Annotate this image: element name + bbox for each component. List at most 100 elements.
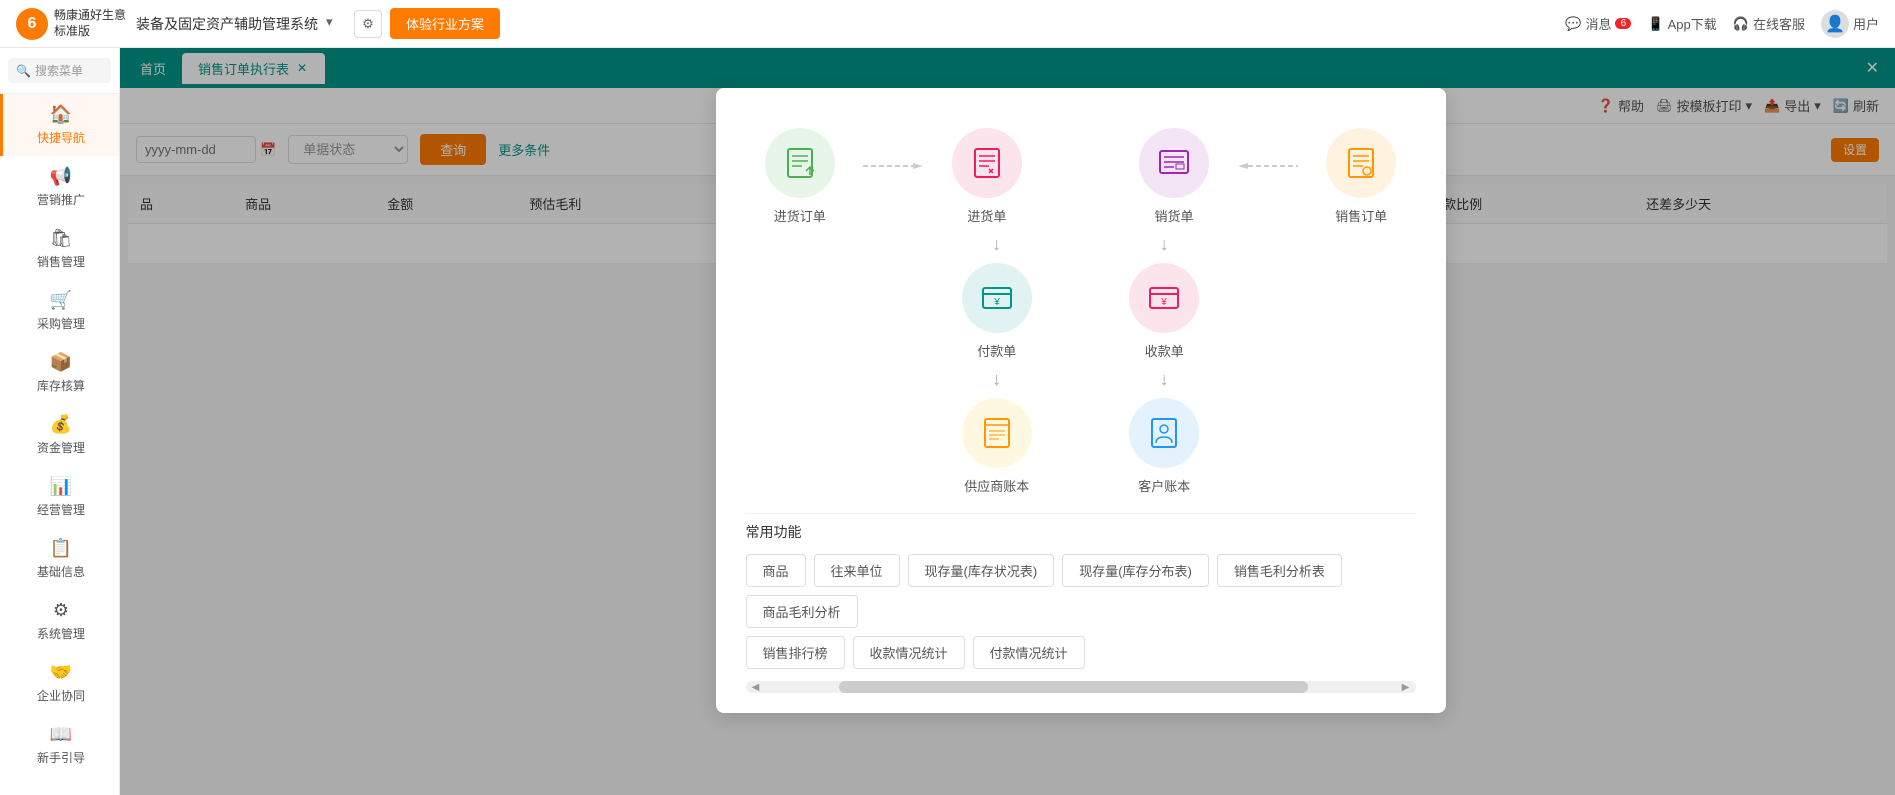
func-btn-receipt-stats[interactable]: 收款情况统计 (853, 636, 965, 669)
marketing-icon: 📢 (50, 166, 72, 187)
func-btn-inventory-status[interactable]: 现存量(库存状况表) (908, 554, 1055, 587)
customer-ledger-label: 客户账本 (1138, 476, 1190, 495)
sales-order-circle (1326, 128, 1396, 198)
finance-icon: 💰 (50, 414, 72, 435)
flow-node-sales-order[interactable]: 销售订单 (1316, 118, 1406, 235)
col3-receipt: ↓ ¥ 收款单 (1119, 235, 1209, 370)
system-title-area: 装备及固定资产辅助管理系统 ▾ ⚙ 体验行业方案 (136, 8, 1565, 39)
content-area: 首页 销售订单执行表 ✕ ✕ ❓ 帮助 🖨 按模板打印 ▾ (120, 48, 1895, 795)
customer-ledger-circle (1129, 398, 1199, 468)
sales-icon: 🛍 (50, 228, 73, 249)
service-label: 在线客服 (1753, 14, 1805, 33)
logo-icon: 6 (16, 8, 48, 40)
sales-order-node-label: 销售订单 (1335, 206, 1387, 225)
flow-node-customer-ledger[interactable]: 客户账本 (1119, 388, 1209, 505)
flow-node-purchase-bill[interactable]: 进货单 (942, 118, 1032, 235)
sidebar-item-basic[interactable]: 📋 基础信息 (0, 528, 119, 590)
flow-row-2: ↓ ¥ 付款单 (746, 235, 1416, 370)
arrow-h-1 (863, 160, 923, 194)
sidebar-item-purchase[interactable]: 🛒 采购管理 (0, 280, 119, 342)
avatar: 👤 (1821, 10, 1849, 38)
common-functions-title: 常用功能 (746, 522, 1416, 542)
sidebar-item-label: 资金管理 (37, 439, 85, 456)
logo-text: 畅康通好生意 标准版 (54, 8, 126, 39)
scroll-right-icon[interactable]: ▶ (1396, 681, 1416, 693)
sidebar-item-collab[interactable]: 🤝 企业协同 (0, 652, 119, 714)
search-menu-label: 搜索菜单 (35, 62, 83, 79)
app-download-action[interactable]: 📱 App下载 (1647, 14, 1716, 33)
quick-nav-icon: 🏠 (50, 104, 72, 125)
sidebar-item-system[interactable]: ⚙ 系统管理 (0, 590, 119, 652)
flow-node-supplier-ledger[interactable]: 供应商账本 (952, 388, 1042, 505)
sidebar-item-label: 新手引导 (37, 749, 85, 766)
sidebar-search-area[interactable]: 🔍 搜索菜单 (0, 48, 119, 94)
func-btn-product-gross[interactable]: 商品毛利分析 (746, 595, 858, 628)
sidebar-item-marketing[interactable]: 📢 营销推广 (0, 156, 119, 218)
sidebar-item-label: 基础信息 (37, 563, 85, 580)
supplier-ledger-label: 供应商账本 (964, 476, 1029, 495)
func-btn-product[interactable]: 商品 (746, 554, 806, 587)
flow-row-1: 进货订单 (746, 118, 1416, 235)
popup-scrollbar[interactable]: ◀ ▶ (746, 681, 1416, 693)
purchase-icon: 🛒 (50, 290, 72, 311)
arrow-h-2 (1238, 160, 1298, 194)
popup-dialog: 进货订单 (716, 88, 1446, 713)
app-label: App下载 (1668, 14, 1717, 33)
sidebar-item-operation[interactable]: 📊 经营管理 (0, 466, 119, 528)
col2-payment: ↓ ¥ 付款单 (952, 235, 1042, 370)
col2-supplier: ↓ 供应商账本 (952, 370, 1042, 505)
operation-icon: 📊 (50, 476, 72, 497)
online-service-action[interactable]: 🎧 在线客服 (1733, 14, 1805, 33)
message-icon: 💬 (1565, 16, 1581, 32)
sidebar-item-guide[interactable]: 📖 新手引导 (0, 714, 119, 776)
user-label: 用户 (1853, 14, 1879, 33)
search-menu-button[interactable]: 🔍 搜索菜单 (8, 58, 111, 83)
settings-button[interactable]: ⚙ (354, 10, 382, 38)
dropdown-icon[interactable]: ▾ (326, 14, 346, 34)
sidebar-item-label: 经营管理 (37, 501, 85, 518)
header-right: 💬 消息 6 📱 App下载 🎧 在线客服 👤 用户 (1565, 10, 1879, 38)
message-action[interactable]: 💬 消息 6 (1565, 14, 1631, 33)
payment-circle: ¥ (962, 263, 1032, 333)
sidebar-item-label: 采购管理 (37, 315, 85, 332)
flow-node-sales-bill[interactable]: 销货单 (1129, 118, 1219, 235)
service-icon: 🎧 (1733, 16, 1749, 32)
scroll-left-icon[interactable]: ◀ (746, 681, 766, 693)
purchase-bill-circle (952, 128, 1022, 198)
func-btn-sales-ranking[interactable]: 销售排行榜 (746, 636, 845, 669)
arrow-down-payment: ↓ (992, 235, 1001, 253)
top-header: 6 畅康通好生意 标准版 装备及固定资产辅助管理系统 ▾ ⚙ 体验行业方案 💬 … (0, 0, 1895, 48)
user-avatar-area[interactable]: 👤 用户 (1821, 10, 1879, 38)
scrollbar-thumb[interactable] (839, 681, 1308, 693)
sidebar: 🔍 搜索菜单 🏠 快捷导航 📢 营销推广 🛍 销售管理 🛒 采购管理 📦 库存核… (0, 48, 120, 795)
arrow-down-customer: ↓ (1160, 370, 1169, 388)
func-btn-payment-stats[interactable]: 付款情况统计 (973, 636, 1085, 669)
app-icon: 📱 (1647, 16, 1663, 32)
flow-node-purchase-order[interactable]: 进货订单 (755, 118, 845, 235)
experience-button[interactable]: 体验行业方案 (390, 8, 500, 39)
message-badge: 6 (1615, 18, 1631, 29)
func-buttons-row1: 商品 往来单位 现存量(库存状况表) 现存量(库存分布表) 销售毛利分析表 商品… (746, 554, 1416, 628)
sidebar-item-quick-nav[interactable]: 🏠 快捷导航 (0, 94, 119, 156)
sidebar-item-label: 库存核算 (37, 377, 85, 394)
sales-bill-circle (1139, 128, 1209, 198)
sidebar-item-label: 企业协同 (37, 687, 85, 704)
sidebar-item-inventory[interactable]: 📦 库存核算 (0, 342, 119, 404)
arrow-down-receipt: ↓ (1160, 235, 1169, 253)
sidebar-item-sales[interactable]: 🛍 销售管理 (0, 218, 119, 280)
purchase-order-circle (765, 128, 835, 198)
collab-icon: 🤝 (50, 662, 72, 683)
inventory-icon: 📦 (50, 352, 72, 373)
flow-node-payment[interactable]: ¥ 付款单 (952, 253, 1042, 370)
flow-node-receipt[interactable]: ¥ 收款单 (1119, 253, 1209, 370)
func-btn-counterpart[interactable]: 往来单位 (814, 554, 900, 587)
system-icon: ⚙ (53, 600, 69, 621)
arrow-down-supplier: ↓ (992, 370, 1001, 388)
sales-bill-label: 销货单 (1155, 206, 1194, 225)
flow-diagram: 进货订单 (746, 118, 1416, 505)
func-btn-sales-gross[interactable]: 销售毛利分析表 (1217, 554, 1342, 587)
purchase-order-icon (782, 145, 818, 181)
sidebar-item-finance[interactable]: 💰 资金管理 (0, 404, 119, 466)
supplier-ledger-circle (962, 398, 1032, 468)
func-btn-inventory-dist[interactable]: 现存量(库存分布表) (1062, 554, 1209, 587)
